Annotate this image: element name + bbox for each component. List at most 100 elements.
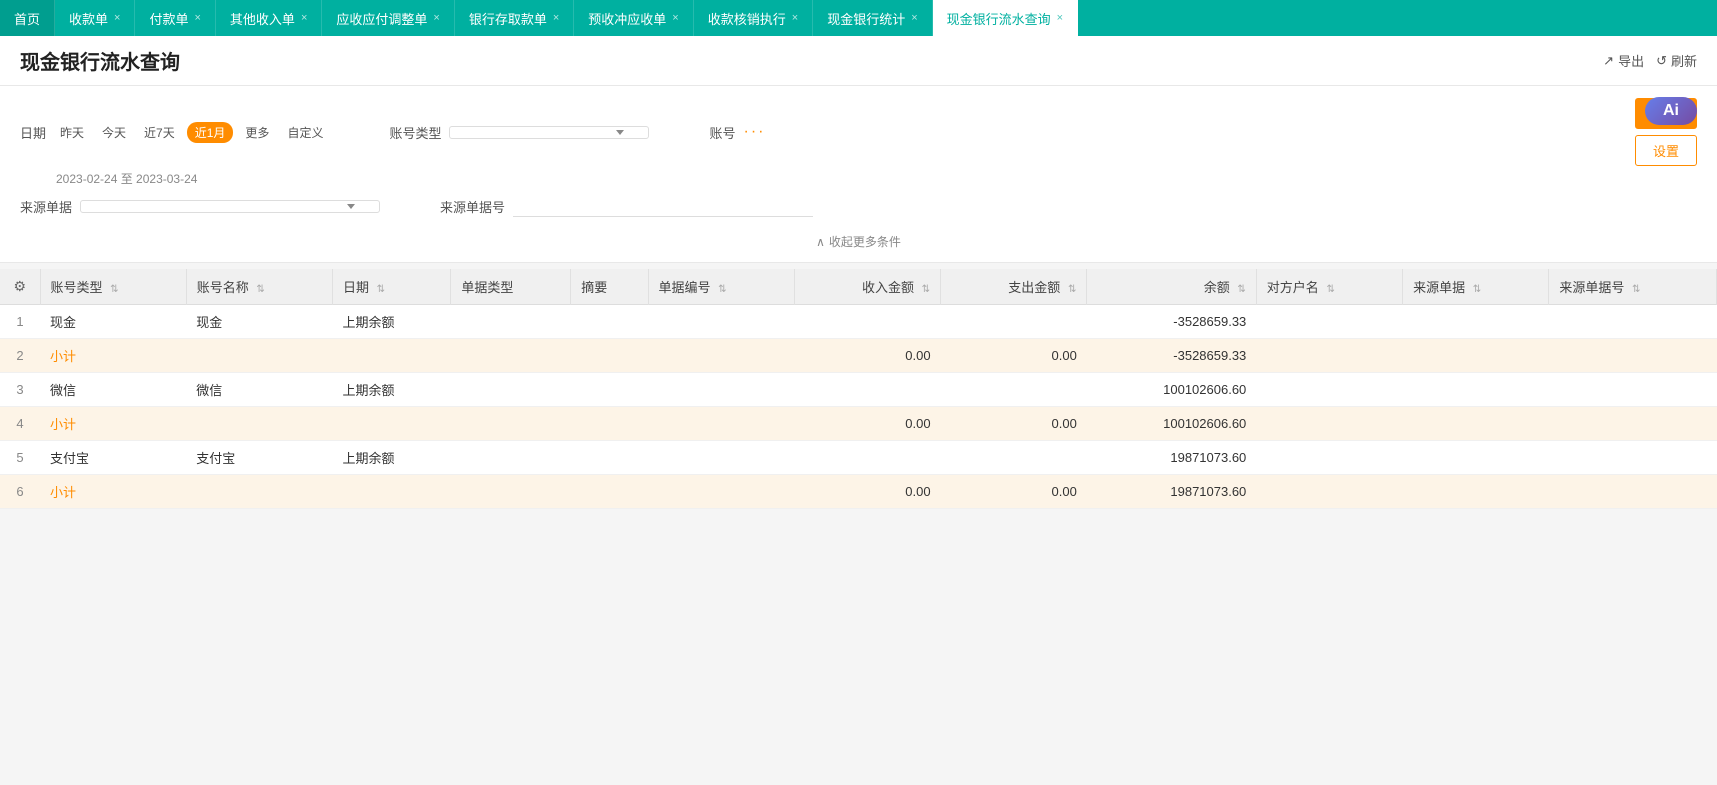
table-row: 3微信微信上期余额100102606.60 xyxy=(0,373,1717,407)
table-row: 2小计0.000.00-3528659.33 xyxy=(0,339,1717,373)
sort-icon[interactable]: ⇅ xyxy=(110,284,118,295)
sort-icon[interactable]: ⇅ xyxy=(922,284,930,295)
nav-home[interactable]: 首页 xyxy=(0,0,55,36)
close-icon[interactable]: × xyxy=(114,12,120,24)
table-row: 5支付宝支付宝上期余额19871073.60 xyxy=(0,441,1717,475)
close-icon[interactable]: × xyxy=(792,12,798,24)
top-nav: 首页 收款单 × 付款单 × 其他收入单 × 应收应付调整单 × 银行存取款单 … xyxy=(0,0,1717,36)
date-custom[interactable]: 自定义 xyxy=(281,122,329,143)
sort-icon[interactable]: ⇅ xyxy=(1068,284,1076,295)
account-type-select[interactable] xyxy=(449,126,649,139)
date-today[interactable]: 今天 xyxy=(96,122,132,143)
col-expense: 支出金额 ⇅ xyxy=(941,269,1087,305)
filter-row-1: 日期 昨天 今天 近7天 近1月 更多 自定义 账号类型 账号 ··· xyxy=(20,98,1697,166)
data-table: ⚙ 账号类型 ⇅ 账号名称 ⇅ 日期 ⇅ 单据类型 摘要 xyxy=(0,269,1717,509)
export-button[interactable]: ↗ 导出 xyxy=(1603,51,1644,70)
date-shortcuts: 昨天 今天 近7天 近1月 更多 自定义 xyxy=(54,122,329,143)
table-row: 4小计0.000.00100102606.60 xyxy=(0,407,1717,441)
nav-bank-deposit[interactable]: 银行存取款单 × xyxy=(455,0,574,36)
col-doc-type: 单据类型 xyxy=(451,269,571,305)
source-doc-filter: 来源单据 xyxy=(20,197,380,216)
close-icon[interactable]: × xyxy=(911,12,917,24)
chevron-down-icon xyxy=(616,130,624,135)
ai-badge[interactable]: Ai xyxy=(1645,97,1697,125)
nav-verify[interactable]: 收款核销执行 × xyxy=(694,0,813,36)
table-header-row: ⚙ 账号类型 ⇅ 账号名称 ⇅ 日期 ⇅ 单据类型 摘要 xyxy=(0,269,1717,305)
col-income: 收入金额 ⇅ xyxy=(794,269,940,305)
close-icon[interactable]: × xyxy=(301,12,307,24)
date-range-display: 2023-02-24 至 2023-03-24 xyxy=(56,172,197,186)
source-doc-select[interactable] xyxy=(80,200,380,213)
col-counterparty: 对方户名 ⇅ xyxy=(1256,269,1402,305)
nav-bank-flow[interactable]: 现金银行流水查询 × xyxy=(933,0,1078,36)
page-title: 现金银行流水查询 xyxy=(20,46,180,75)
col-counterparty-label: 对方户名 xyxy=(1267,280,1319,295)
col-doc-type-label: 单据类型 xyxy=(461,280,513,295)
chevron-down-icon xyxy=(347,204,355,209)
page-header: 现金银行流水查询 ↗ 导出 ↺ 刷新 xyxy=(0,36,1717,86)
setting-button[interactable]: 设置 xyxy=(1635,135,1697,166)
col-income-label: 收入金额 xyxy=(862,280,914,295)
col-account-name: 账号名称 ⇅ xyxy=(186,269,332,305)
sort-icon[interactable]: ⇅ xyxy=(1632,284,1640,295)
col-gear[interactable]: ⚙ xyxy=(0,269,40,305)
refresh-icon: ↺ xyxy=(1656,53,1667,69)
col-source-doc: 来源单据 ⇅ xyxy=(1403,269,1549,305)
export-icon: ↗ xyxy=(1603,53,1614,69)
nav-bank-stat[interactable]: 现金银行统计 × xyxy=(813,0,932,36)
date-yesterday[interactable]: 昨天 xyxy=(54,122,90,143)
filter-area: 日期 昨天 今天 近7天 近1月 更多 自定义 账号类型 账号 ··· xyxy=(0,86,1717,263)
account-ellipsis[interactable]: ··· xyxy=(743,123,765,141)
source-doc-no-label: 来源单据号 xyxy=(440,197,505,216)
close-icon[interactable]: × xyxy=(194,12,200,24)
date-1month[interactable]: 近1月 xyxy=(187,122,234,143)
col-source-doc-no-label: 来源单据号 xyxy=(1559,280,1624,295)
table-container: ⚙ 账号类型 ⇅ 账号名称 ⇅ 日期 ⇅ 单据类型 摘要 xyxy=(0,269,1717,509)
source-doc-no-filter: 来源单据号 xyxy=(440,195,813,217)
col-account-type-label: 账号类型 xyxy=(51,280,103,295)
col-expense-label: 支出金额 xyxy=(1008,280,1060,295)
sort-icon[interactable]: ⇅ xyxy=(1473,284,1481,295)
account-label: 账号 xyxy=(709,123,735,142)
col-account-type: 账号类型 ⇅ xyxy=(40,269,186,305)
sort-icon[interactable]: ⇅ xyxy=(1237,284,1245,295)
col-summary-label: 摘要 xyxy=(581,280,607,295)
source-doc-no-input[interactable] xyxy=(513,195,813,217)
sort-icon[interactable]: ⇅ xyxy=(256,284,264,295)
nav-payment[interactable]: 付款单 × xyxy=(135,0,215,36)
nav-prepay[interactable]: 预收冲应收单 × xyxy=(574,0,693,36)
sort-icon[interactable]: ⇅ xyxy=(718,284,726,295)
nav-other-income[interactable]: 其他收入单 × xyxy=(216,0,322,36)
close-icon[interactable]: × xyxy=(672,12,678,24)
col-doc-no: 单据编号 ⇅ xyxy=(648,269,794,305)
date-filter: 日期 昨天 今天 近7天 近1月 更多 自定义 xyxy=(20,122,329,143)
table-row: 6小计0.000.0019871073.60 xyxy=(0,475,1717,509)
col-date: 日期 ⇅ xyxy=(333,269,451,305)
sort-icon[interactable]: ⇅ xyxy=(1326,284,1334,295)
collapse-bar[interactable]: ∧ 收起更多条件 xyxy=(20,227,1697,252)
col-date-label: 日期 xyxy=(343,280,369,295)
col-balance: 余额 ⇅ xyxy=(1087,269,1256,305)
nav-adjust[interactable]: 应收应付调整单 × xyxy=(322,0,454,36)
close-icon[interactable]: × xyxy=(433,12,439,24)
col-summary: 摘要 xyxy=(571,269,648,305)
nav-receipt[interactable]: 收款单 × xyxy=(55,0,135,36)
close-icon[interactable]: × xyxy=(553,12,559,24)
account-filter: 账号 ··· xyxy=(709,123,765,142)
col-doc-no-label: 单据编号 xyxy=(659,280,711,295)
col-source-doc-no: 来源单据号 ⇅ xyxy=(1549,269,1717,305)
date-label: 日期 xyxy=(20,123,46,142)
close-icon[interactable]: × xyxy=(1057,12,1063,24)
header-actions: ↗ 导出 ↺ 刷新 xyxy=(1603,51,1697,70)
col-account-name-label: 账号名称 xyxy=(197,280,249,295)
date-7days[interactable]: 近7天 xyxy=(138,122,181,143)
sort-icon[interactable]: ⇅ xyxy=(377,284,385,295)
refresh-button[interactable]: ↺ 刷新 xyxy=(1656,51,1697,70)
table-row: 1现金现金上期余额-3528659.33 xyxy=(0,305,1717,339)
filter-row-2: 来源单据 来源单据号 xyxy=(20,195,1697,217)
account-type-label: 账号类型 xyxy=(389,123,441,142)
account-type-filter: 账号类型 xyxy=(389,123,649,142)
gear-icon[interactable]: ⚙ xyxy=(13,278,26,295)
date-more[interactable]: 更多 xyxy=(239,122,275,143)
source-doc-label: 来源单据 xyxy=(20,197,72,216)
